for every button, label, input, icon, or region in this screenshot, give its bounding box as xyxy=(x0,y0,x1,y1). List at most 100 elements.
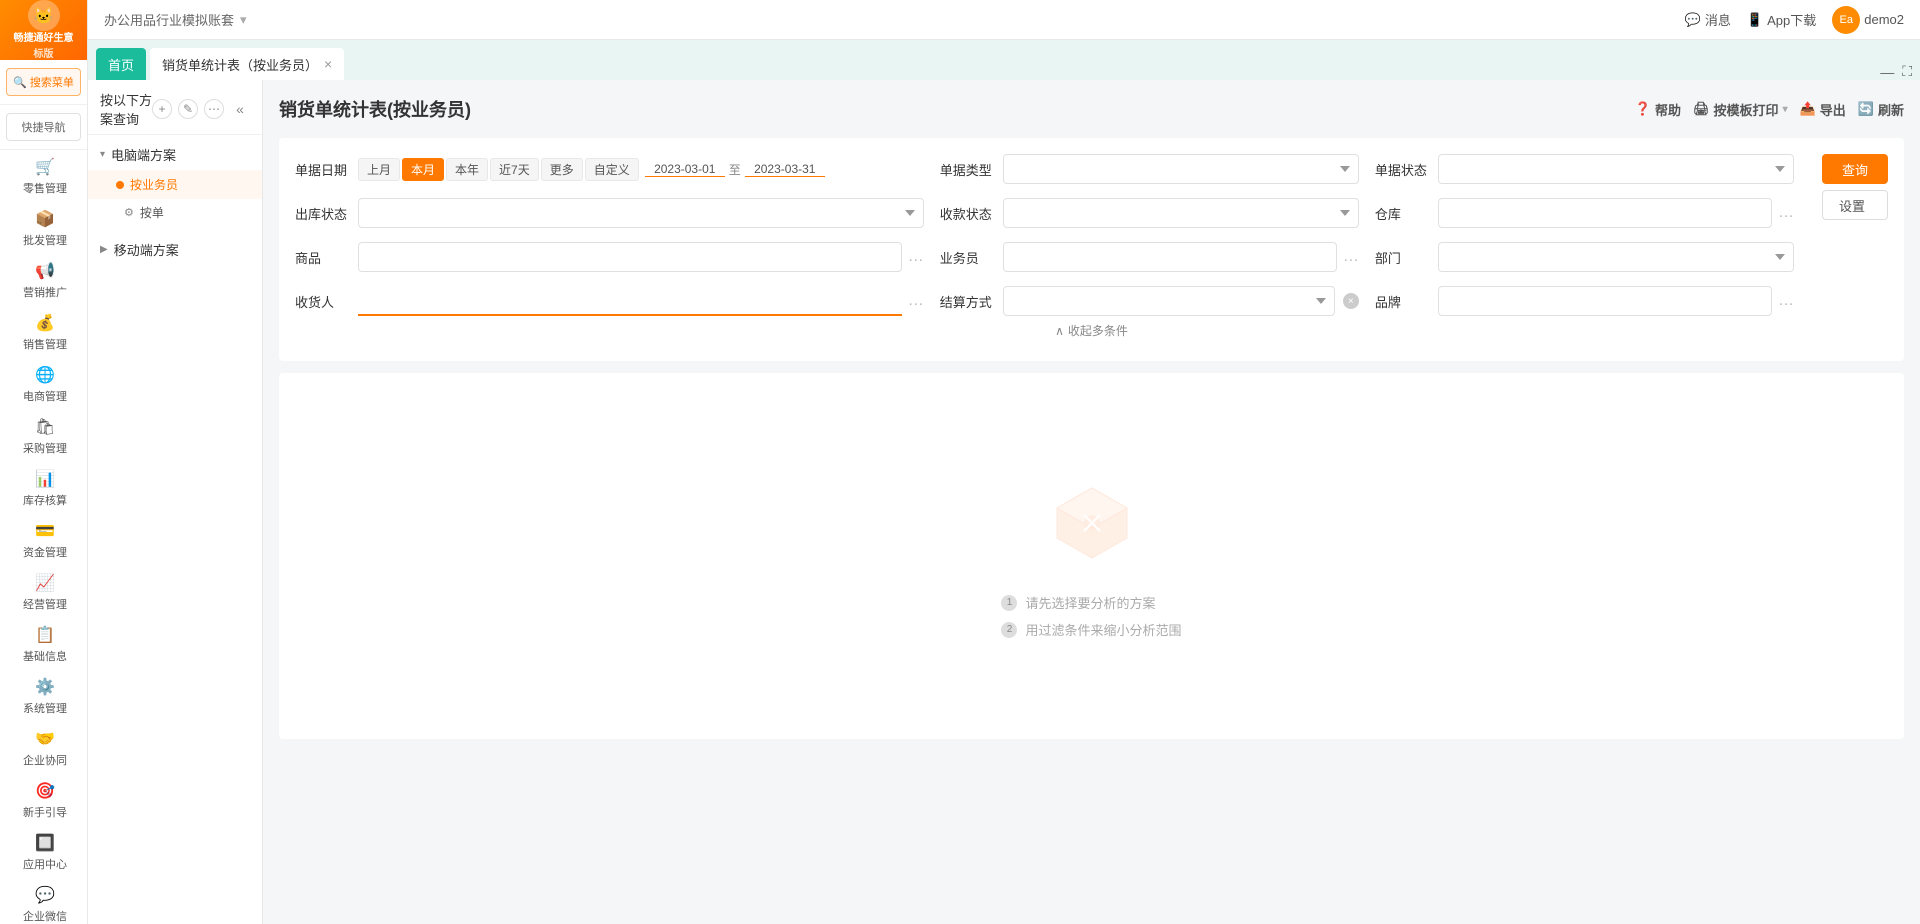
empty-illustration xyxy=(1042,473,1142,573)
brand-input[interactable] xyxy=(1438,286,1772,316)
out-status-select[interactable] xyxy=(358,198,924,228)
plan-item-by-salesperson[interactable]: 按业务员 xyxy=(88,170,262,199)
sidebar-item-inventory[interactable]: 📊 库存核算 xyxy=(0,462,87,514)
sidebar-item-newbie[interactable]: 🎯 新手引导 xyxy=(0,774,87,826)
filter-brand: 品牌 … xyxy=(1375,286,1810,316)
sidebar-item-wechat[interactable]: 💬 企业微信 xyxy=(0,878,87,924)
refresh-button[interactable]: 🔄 刷新 xyxy=(1858,100,1904,119)
message-icon: 💬 xyxy=(1685,12,1701,28)
minimize-icon[interactable]: — xyxy=(1880,64,1894,80)
desktop-plan-group: ▾ 电脑端方案 按业务员 ⚙ 按单 xyxy=(88,135,262,230)
shortcut-more[interactable]: 更多 xyxy=(541,158,583,181)
sidebar-item-finance[interactable]: 💳 资金管理 xyxy=(0,514,87,566)
desktop-plan-group-header[interactable]: ▾ 电脑端方案 xyxy=(88,139,262,170)
brand-picker-btn[interactable]: … xyxy=(1778,292,1794,310)
date-range-display: 至 xyxy=(645,161,825,178)
sidebar-item-ecommerce[interactable]: 🌐 电商管理 xyxy=(0,358,87,410)
export-button[interactable]: 📤 导出 xyxy=(1800,100,1846,119)
goods-input[interactable] xyxy=(358,242,902,272)
quick-nav-section: 快捷导航 xyxy=(0,105,87,150)
tab-window-controls: — ⛶ xyxy=(1880,63,1912,80)
basic-icon: 📋 xyxy=(35,625,55,645)
sidebar-item-sales[interactable]: 💰 销售管理 xyxy=(0,306,87,358)
shortcut-this-year[interactable]: 本年 xyxy=(446,158,488,181)
empty-tip-1: 1 请先选择要分析的方案 xyxy=(1001,593,1181,612)
sidebar-item-marketing[interactable]: 📢 营销推广 xyxy=(0,254,87,306)
ecommerce-icon: 🌐 xyxy=(35,365,55,385)
app-download-button[interactable]: 📱 App下载 xyxy=(1747,10,1816,29)
add-plan-button[interactable]: + xyxy=(152,99,172,119)
search-menu-button[interactable]: 🔍 搜索菜单 xyxy=(6,68,81,96)
collapse-row: ∧ 收起多条件 xyxy=(295,316,1888,345)
sidebar-item-operation[interactable]: 📈 经营管理 xyxy=(0,566,87,618)
shortcut-7days[interactable]: 近7天 xyxy=(490,158,539,181)
help-button[interactable]: ❓ 帮助 xyxy=(1635,100,1681,119)
shortcut-custom[interactable]: 自定义 xyxy=(585,158,639,181)
date-to-input[interactable] xyxy=(745,162,825,177)
user-avatar-button[interactable]: Ea demo2 xyxy=(1832,6,1904,34)
page-title-actions: ❓ 帮助 🖨 按模板打印 ▾ 📤 导出 🔄 刷新 xyxy=(1635,100,1904,119)
print-dropdown-icon[interactable]: ▾ xyxy=(1783,104,1788,115)
content-area: 按以下方案查询 + ✎ ⋯ « ▾ 电脑端方案 按业务员 xyxy=(88,80,1920,924)
sidebar-item-system[interactable]: ⚙️ 系统管理 xyxy=(0,670,87,722)
salesperson-input[interactable] xyxy=(1003,242,1337,272)
newbie-icon: 🎯 xyxy=(35,781,55,801)
print-button[interactable]: 🖨 按模板打印 ▾ xyxy=(1693,100,1788,119)
tab-close-button[interactable]: × xyxy=(324,56,332,72)
edit-plan-button[interactable]: ✎ xyxy=(178,99,198,119)
warehouse-input[interactable] xyxy=(1438,198,1772,228)
empty-state-panel: 1 请先选择要分析的方案 2 用过滤条件来缩小分析范围 xyxy=(279,373,1904,739)
filter-row-2: 出库状态 收款状态 xyxy=(295,198,1810,228)
goods-picker-btn[interactable]: … xyxy=(908,248,924,266)
mobile-plan-group-header[interactable]: ▶ 移动端方案 xyxy=(88,234,262,265)
main-area: 办公用品行业模拟账套 ▾ 💬 消息 📱 App下载 Ea demo2 首页 xyxy=(88,0,1920,924)
department-select[interactable] xyxy=(1438,242,1794,272)
settings-button[interactable]: 设置 xyxy=(1822,190,1888,220)
empty-tip-2: 2 用过滤条件来缩小分析范围 xyxy=(1001,620,1181,639)
empty-state: 1 请先选择要分析的方案 2 用过滤条件来缩小分析范围 xyxy=(279,393,1904,719)
plan-item-by-order[interactable]: ⚙ 按单 xyxy=(88,199,262,226)
chevron-down-icon: ▾ xyxy=(100,149,105,160)
receiver-input[interactable] xyxy=(358,286,902,316)
shortcut-this-month[interactable]: 本月 xyxy=(402,158,444,181)
tab-home[interactable]: 首页 xyxy=(96,48,146,80)
sidebar-item-retail[interactable]: 🛒 零售管理 xyxy=(0,150,87,202)
settlement-clear-btn[interactable]: × xyxy=(1343,293,1359,309)
date-from-input[interactable] xyxy=(645,162,725,177)
filter-date: 单据日期 上月 本月 本年 近7天 更多 自定义 xyxy=(295,158,940,181)
warehouse-picker-btn[interactable]: … xyxy=(1778,204,1794,222)
search-icon: 🔍 xyxy=(13,76,27,89)
collapse-filter-button[interactable]: ∧ 收起多条件 xyxy=(1055,322,1128,339)
salesperson-picker-btn[interactable]: … xyxy=(1343,248,1359,266)
filter-row-4: 收货人 … 结算方式 xyxy=(295,286,1810,316)
shortcut-prev-month[interactable]: 上月 xyxy=(358,158,400,181)
breadcrumb-dropdown-icon[interactable]: ▾ xyxy=(240,12,247,28)
sidebar-item-basic[interactable]: 📋 基础信息 xyxy=(0,618,87,670)
doc-type-select[interactable] xyxy=(1003,154,1359,184)
payment-status-select[interactable] xyxy=(1003,198,1359,228)
app-logo: 🐱 畅捷通好生意 标版 xyxy=(0,0,88,60)
receiver-picker-btn[interactable]: … xyxy=(908,292,924,310)
sidebar-item-wholesale[interactable]: 📦 批发管理 xyxy=(0,202,87,254)
refresh-icon: 🔄 xyxy=(1858,101,1874,117)
delete-plan-button[interactable]: ⋯ xyxy=(204,99,224,119)
collapse-panel-button[interactable]: « xyxy=(230,99,250,119)
message-button[interactable]: 💬 消息 xyxy=(1685,10,1731,29)
sidebar-item-appstore[interactable]: 🔲 应用中心 xyxy=(0,826,87,878)
sidebar-item-purchase[interactable]: 🛍 采购管理 xyxy=(0,410,87,462)
filter-receiver: 收货人 … xyxy=(295,286,940,316)
sidebar-search-section: 🔍 搜索菜单 xyxy=(0,60,87,105)
sidebar-item-enterprise[interactable]: 🤝 企业协同 xyxy=(0,722,87,774)
doc-status-select[interactable] xyxy=(1438,154,1794,184)
query-button[interactable]: 查询 xyxy=(1822,154,1888,184)
maximize-icon[interactable]: ⛶ xyxy=(1902,63,1912,80)
help-icon: ❓ xyxy=(1635,101,1651,117)
tab-sales-stat[interactable]: 销货单统计表（按业务员） × xyxy=(150,48,344,80)
settlement-select[interactable] xyxy=(1003,286,1335,316)
appstore-icon: 🔲 xyxy=(35,833,55,853)
purchase-icon: 🛍 xyxy=(35,417,55,437)
enterprise-icon: 🤝 xyxy=(35,729,55,749)
quick-nav-button[interactable]: 快捷导航 xyxy=(6,113,81,141)
topbar: 办公用品行业模拟账套 ▾ 💬 消息 📱 App下载 Ea demo2 xyxy=(88,0,1920,40)
filter-and-query: 单据日期 上月 本月 本年 近7天 更多 自定义 xyxy=(295,154,1888,316)
